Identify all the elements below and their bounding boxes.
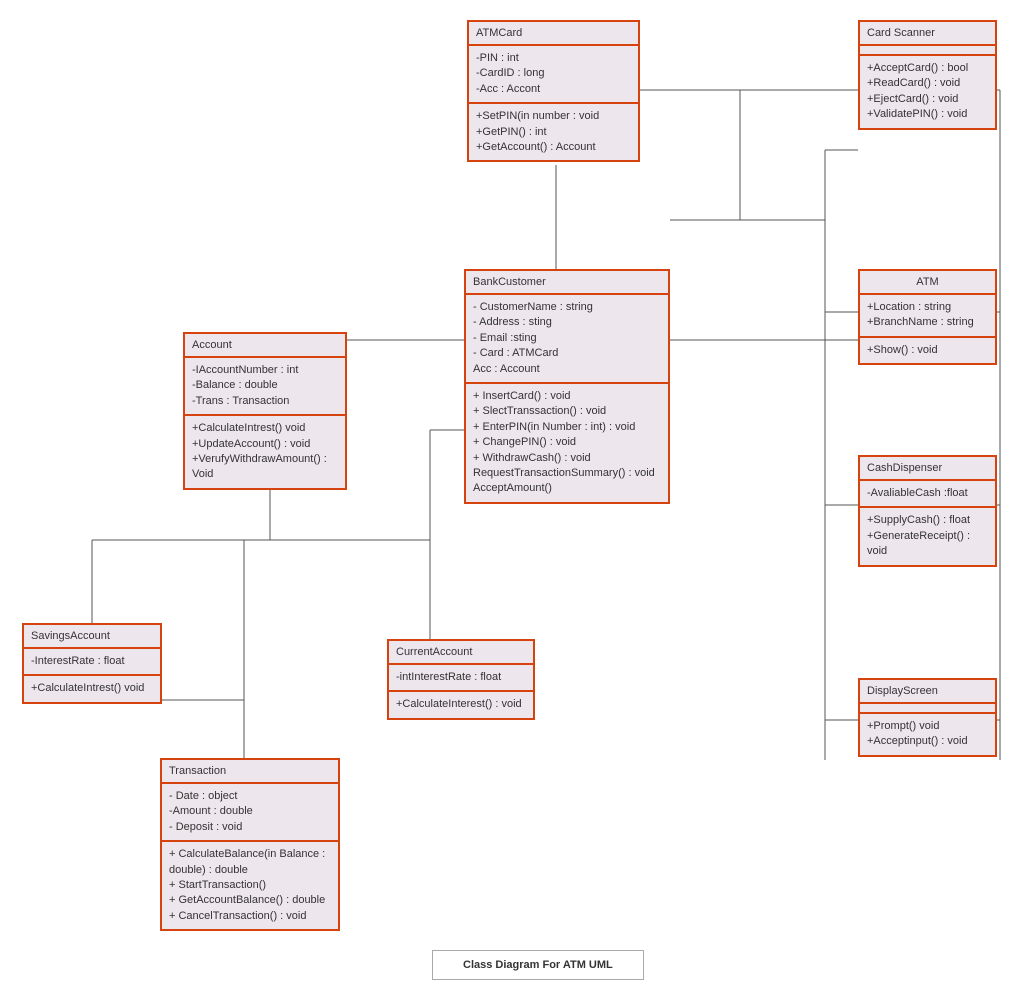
class-member: +CalculateIntrest() void: [192, 421, 338, 436]
ops: + InsertCard() : void+ SlectTranssaction…: [466, 382, 668, 502]
class-member: -InterestRate : float: [31, 654, 153, 669]
class-currentaccount: CurrentAccount -intInterestRate : float …: [387, 639, 535, 720]
ops: +CalculateIntrest() void: [24, 674, 160, 701]
ops: +Prompt() void+Acceptinput() : void: [860, 712, 995, 755]
class-member: +GetAccount() : Account: [476, 140, 631, 155]
attrs: - CustomerName : string- Address : sting…: [466, 293, 668, 382]
class-member: -AvaliableCash :float: [867, 486, 988, 501]
class-member: + ChangePIN() : void: [473, 435, 661, 450]
class-cardscanner: Card Scanner +AcceptCard() : bool+ReadCa…: [858, 20, 997, 130]
class-member: - Card : ATMCard: [473, 346, 661, 361]
class-member: -IAccountNumber : int: [192, 363, 338, 378]
class-member: +GetPIN() : int: [476, 125, 631, 140]
class-title: ATM: [860, 271, 995, 293]
class-member: + SlectTranssaction() : void: [473, 404, 661, 419]
class-displayscreen: DisplayScreen +Prompt() void+Acceptinput…: [858, 678, 997, 757]
class-savingsaccount: SavingsAccount -InterestRate : float +Ca…: [22, 623, 162, 704]
class-title: Card Scanner: [860, 22, 995, 44]
class-atmcard: ATMCard -PIN : int-CardID : long-Acc : A…: [467, 20, 640, 162]
class-member: + InsertCard() : void: [473, 389, 661, 404]
class-member: -Balance : double: [192, 378, 338, 393]
class-member: + CalculateBalance(in Balance : double) …: [169, 847, 331, 878]
class-member: +AcceptCard() : bool: [867, 61, 988, 76]
class-title: SavingsAccount: [24, 625, 160, 647]
class-member: +ValidatePIN() : void: [867, 107, 988, 122]
class-member: +Location : string: [867, 300, 988, 315]
class-member: - Email :sting: [473, 331, 661, 346]
attrs: +Location : string+BranchName : string: [860, 293, 995, 336]
class-member: -Amount : double: [169, 804, 331, 819]
ops: +CalculateInterest() : void: [389, 690, 533, 717]
class-member: - Deposit : void: [169, 820, 331, 835]
class-member: -Trans : Transaction: [192, 394, 338, 409]
class-member: +SupplyCash() : float: [867, 513, 988, 528]
class-member: - Address : sting: [473, 315, 661, 330]
ops: + CalculateBalance(in Balance : double) …: [162, 840, 338, 929]
class-cashdispenser: CashDispenser -AvaliableCash :float +Sup…: [858, 455, 997, 567]
class-member: +Acceptinput() : void: [867, 734, 988, 749]
class-member: + StartTransaction(): [169, 878, 331, 893]
class-title: DisplayScreen: [860, 680, 995, 702]
attrs: -IAccountNumber : int-Balance : double-T…: [185, 356, 345, 414]
class-transaction: Transaction - Date : object-Amount : dou…: [160, 758, 340, 931]
diagram-caption: Class Diagram For ATM UML: [432, 950, 644, 980]
attrs: -AvaliableCash :float: [860, 479, 995, 506]
class-atm: ATM +Location : string+BranchName : stri…: [858, 269, 997, 365]
attrs: -InterestRate : float: [24, 647, 160, 674]
class-member: -PIN : int: [476, 51, 631, 66]
class-bankcustomer: BankCustomer - CustomerName : string- Ad…: [464, 269, 670, 504]
ops: +Show() : void: [860, 336, 995, 363]
class-member: +EjectCard() : void: [867, 92, 988, 107]
class-title: CurrentAccount: [389, 641, 533, 663]
ops: +CalculateIntrest() void+UpdateAccount()…: [185, 414, 345, 488]
class-member: + CancelTransaction() : void: [169, 909, 331, 924]
class-title: CashDispenser: [860, 457, 995, 479]
class-member: +VerufyWithdrawAmount() : Void: [192, 452, 338, 483]
class-member: + EnterPIN(in Number : int) : void: [473, 420, 661, 435]
class-member: +SetPIN(in number : void: [476, 109, 631, 124]
class-member: RequestTransactionSummary() : void: [473, 466, 661, 481]
class-member: +BranchName : string: [867, 315, 988, 330]
class-title: ATMCard: [469, 22, 638, 44]
class-member: - CustomerName : string: [473, 300, 661, 315]
attrs: -intInterestRate : float: [389, 663, 533, 690]
class-title: Account: [185, 334, 345, 356]
class-title: Transaction: [162, 760, 338, 782]
class-member: +Show() : void: [867, 343, 988, 358]
class-member: AcceptAmount(): [473, 481, 661, 496]
class-member: +Prompt() void: [867, 719, 988, 734]
class-title: BankCustomer: [466, 271, 668, 293]
ops: +SupplyCash() : float+GenerateReceipt() …: [860, 506, 995, 564]
class-member: +ReadCard() : void: [867, 76, 988, 91]
class-member: -CardID : long: [476, 66, 631, 81]
class-member: -Acc : Accont: [476, 82, 631, 97]
attrs: - Date : object-Amount : double- Deposit…: [162, 782, 338, 840]
class-member: -intInterestRate : float: [396, 670, 526, 685]
class-account: Account -IAccountNumber : int-Balance : …: [183, 332, 347, 490]
attrs: [860, 44, 995, 54]
ops: +SetPIN(in number : void+GetPIN() : int+…: [469, 102, 638, 160]
class-member: - Date : object: [169, 789, 331, 804]
class-member: +UpdateAccount() : void: [192, 437, 338, 452]
class-member: + WithdrawCash() : void: [473, 451, 661, 466]
ops: +AcceptCard() : bool+ReadCard() : void+E…: [860, 54, 995, 128]
attrs: -PIN : int-CardID : long-Acc : Accont: [469, 44, 638, 102]
class-member: +CalculateInterest() : void: [396, 697, 526, 712]
caption-text: Class Diagram For ATM UML: [463, 959, 613, 971]
class-member: Acc : Account: [473, 362, 661, 377]
class-member: +GenerateReceipt() : void: [867, 529, 988, 560]
class-member: + GetAccountBalance() : double: [169, 893, 331, 908]
class-member: +CalculateIntrest() void: [31, 681, 153, 696]
attrs: [860, 702, 995, 712]
